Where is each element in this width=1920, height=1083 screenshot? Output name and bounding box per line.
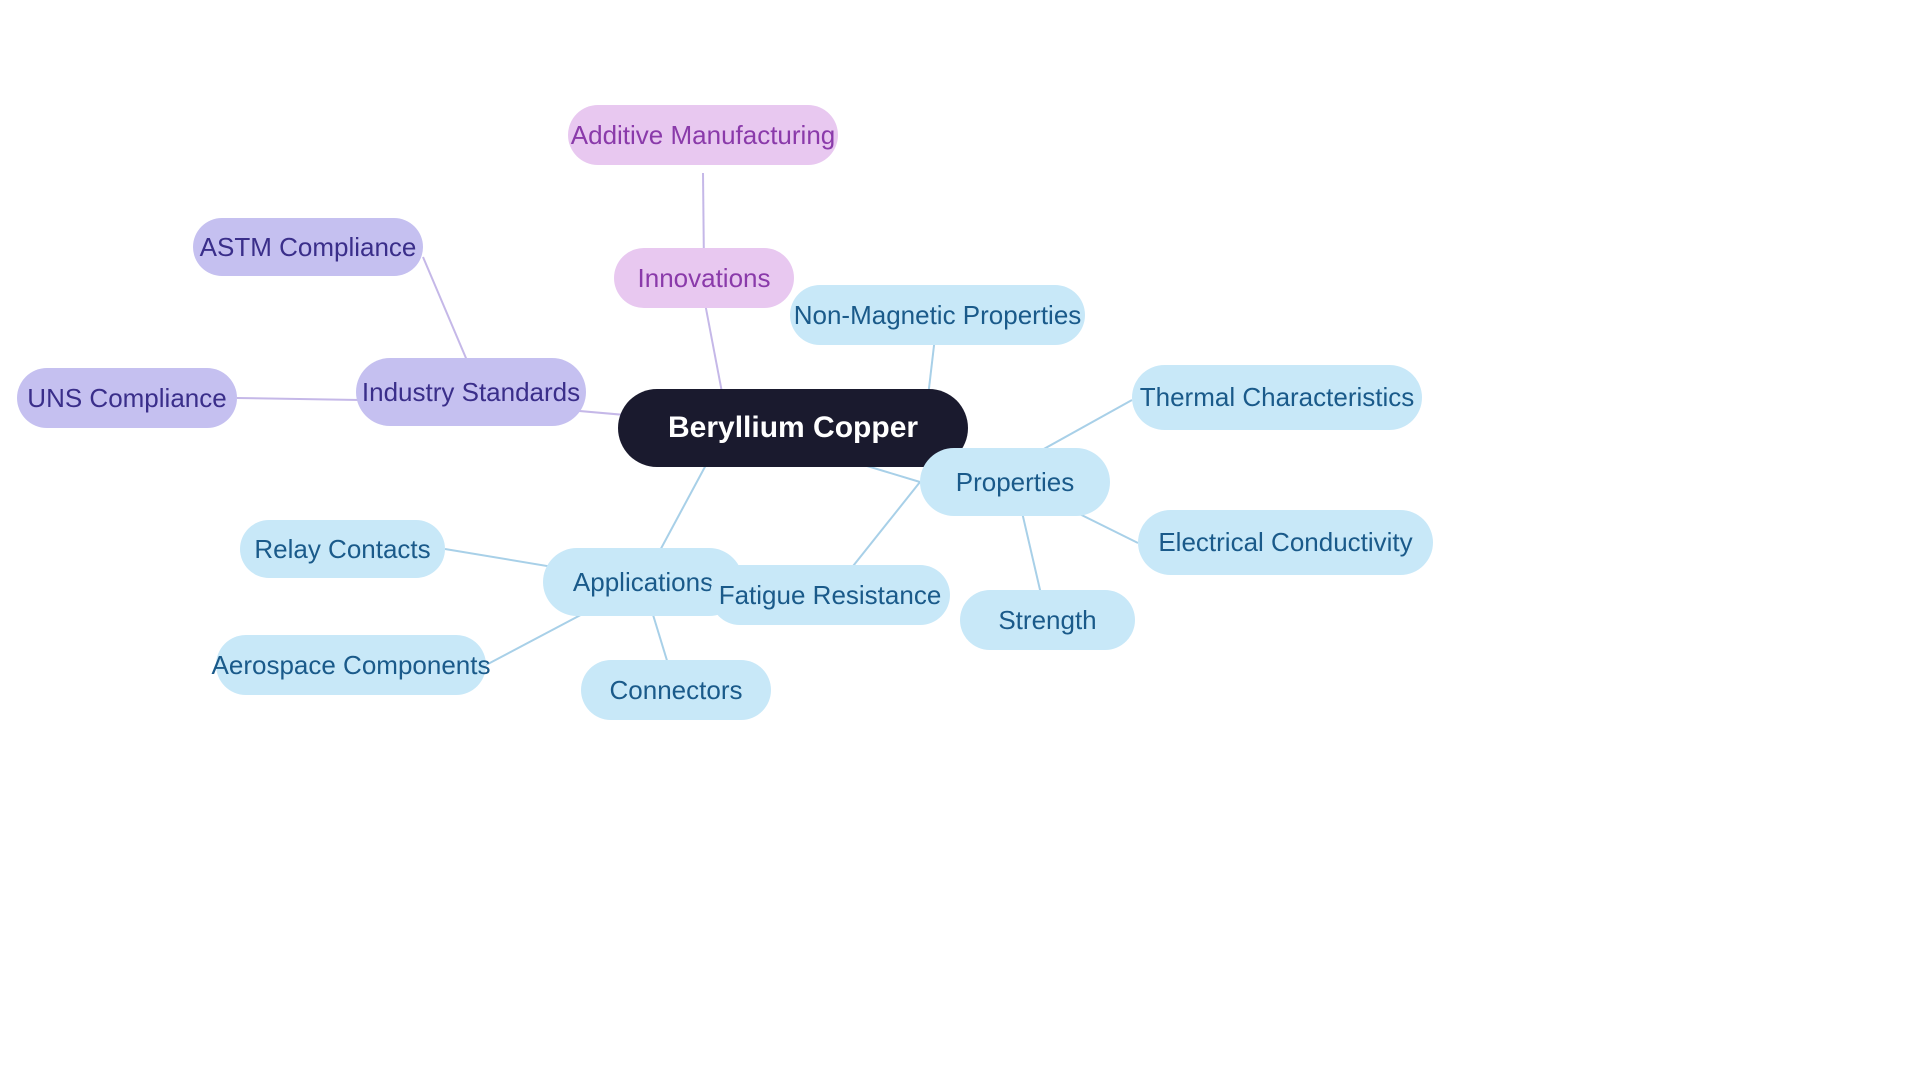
center-node: Beryllium Copper: [618, 389, 968, 467]
connectors-node: Connectors: [581, 660, 771, 720]
uns-compliance-node: UNS Compliance: [17, 368, 237, 428]
aerospace-components-node: Aerospace Components: [216, 635, 486, 695]
astm-compliance-node: ASTM Compliance: [193, 218, 423, 276]
strength-node: Strength: [960, 590, 1135, 650]
fatigue-resistance-node: Fatigue Resistance: [710, 565, 950, 625]
innovations-node: Innovations: [614, 248, 794, 308]
industry-standards-node: Industry Standards: [356, 358, 586, 426]
non-magnetic-node: Non-Magnetic Properties: [790, 285, 1085, 345]
relay-contacts-node: Relay Contacts: [240, 520, 445, 578]
electrical-conductivity-node: Electrical Conductivity: [1138, 510, 1433, 575]
properties-node: Properties: [920, 448, 1110, 516]
additive-manufacturing-node: Additive Manufacturing: [568, 105, 838, 165]
thermal-characteristics-node: Thermal Characteristics: [1132, 365, 1422, 430]
